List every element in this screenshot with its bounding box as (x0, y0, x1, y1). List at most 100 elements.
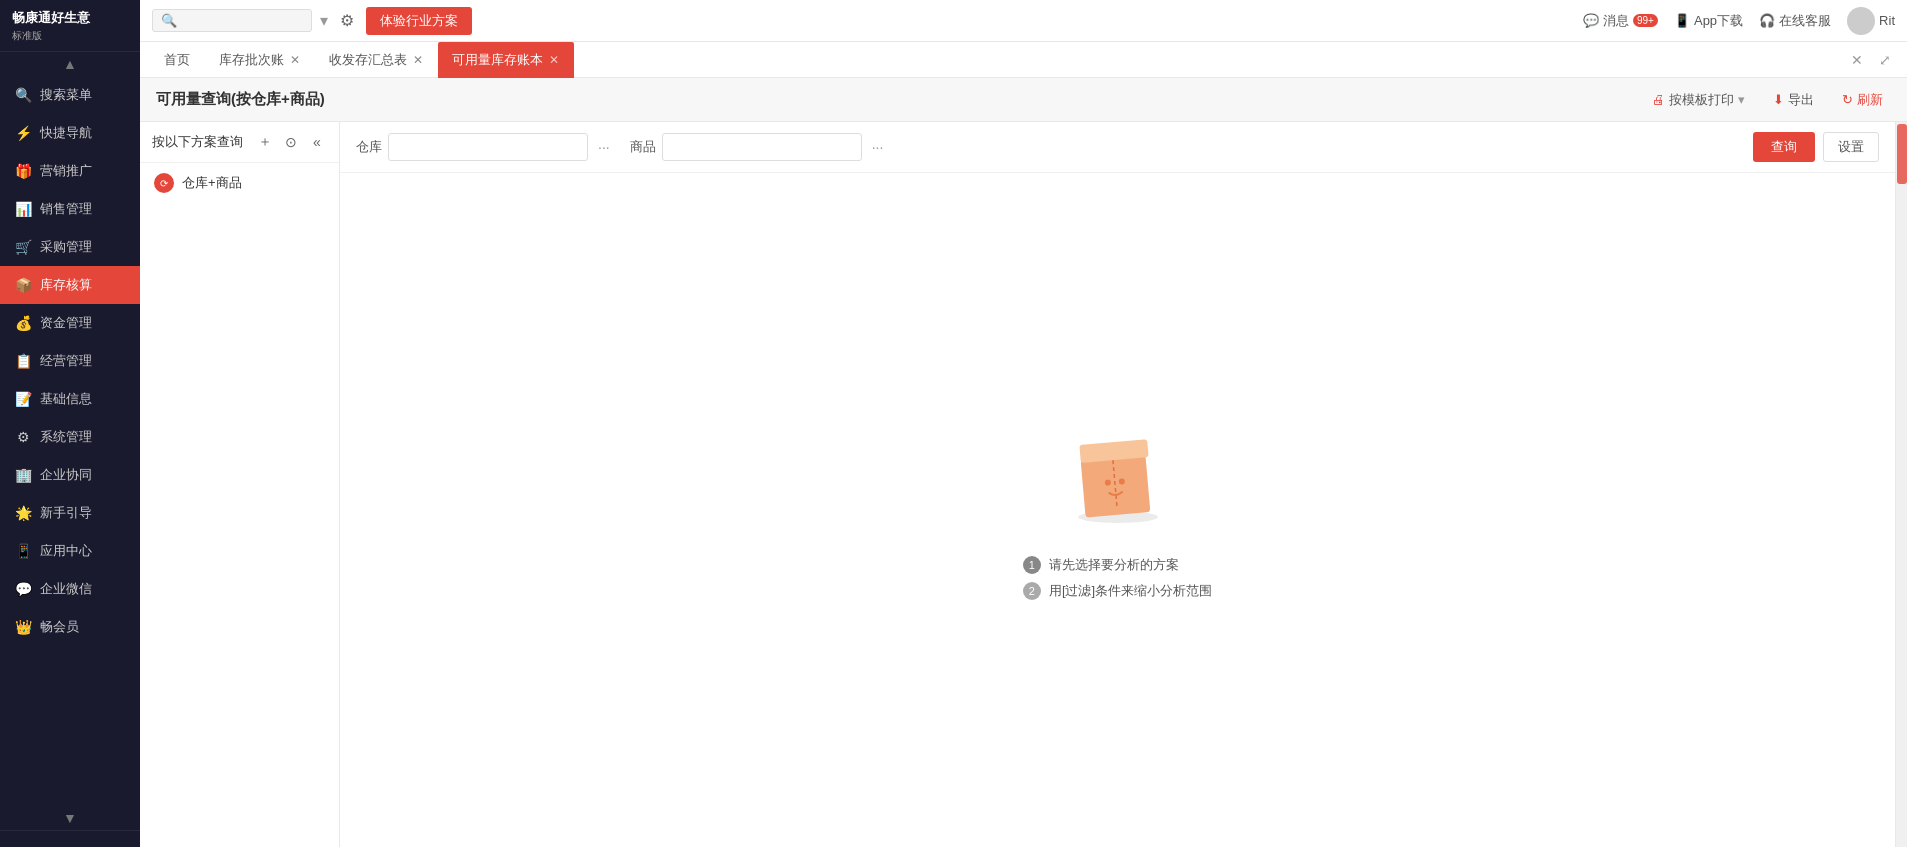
tabs-close-button[interactable]: ✕ (1845, 48, 1869, 72)
topbar-right: 💬 消息 99+ 📱 App下载 🎧 在线客服 Rit (1583, 7, 1895, 35)
warehouse-input[interactable] (388, 133, 588, 161)
sidebar-item-guide[interactable]: 🌟新手引导 (0, 494, 140, 532)
headset-icon: 🎧 (1759, 13, 1775, 28)
hint-text-2: 用[过滤]条件来缩小分析范围 (1049, 582, 1212, 600)
sidebar-icon-apps: 📱 (14, 543, 32, 559)
right-scrollbar[interactable] (1895, 122, 1907, 847)
sidebar-edition: 标准版 (12, 29, 128, 43)
page-title: 可用量查询(按仓库+商品) (156, 90, 1644, 109)
filter-header: 按以下方案查询 ＋ ⊙ « (140, 122, 339, 163)
warehouse-field: 仓库 ··· (356, 133, 614, 161)
hint-text-1: 请先选择要分析的方案 (1049, 556, 1179, 574)
tab-batch-close[interactable]: ✕ (290, 53, 300, 67)
sidebar-icon-operations: 📋 (14, 353, 32, 369)
sidebar-icon-basic: 📝 (14, 391, 32, 407)
tab-batch[interactable]: 库存批次账 ✕ (205, 42, 315, 78)
product-field: 商品 ··· (630, 133, 888, 161)
message-button[interactable]: 💬 消息 99+ (1583, 12, 1658, 30)
sidebar-scroll-down[interactable]: ▼ (0, 806, 140, 830)
hint-number-1: 1 (1023, 556, 1041, 574)
query-row: 仓库 ··· 商品 ··· 查询 设置 (340, 122, 1895, 173)
page-header: 可用量查询(按仓库+商品) 🖨 按模板打印 ▾ ⬇ 导出 ↻ 刷新 (140, 78, 1907, 122)
sidebar-item-sales[interactable]: 📊销售管理 (0, 190, 140, 228)
sidebar-label-quicknav: 快捷导航 (40, 124, 92, 142)
topbar: 🔍 ▾ ⚙ 体验行业方案 💬 消息 99+ 📱 App下载 🎧 在线客服 Rit (140, 0, 1907, 42)
product-input[interactable] (662, 133, 862, 161)
sidebar-icon-system: ⚙ (14, 429, 32, 445)
app-download-label: App下载 (1694, 12, 1743, 30)
tabs-bar-right: ✕ ⤢ (1845, 48, 1897, 72)
content-area: 按以下方案查询 ＋ ⊙ « ⟳ 仓库+商品 (140, 122, 1907, 847)
sidebar-icon-sales: 📊 (14, 201, 32, 217)
refresh-icon: ↻ (1842, 92, 1853, 107)
product-more-button[interactable]: ··· (868, 137, 888, 157)
filter-collapse-button[interactable]: « (307, 132, 327, 152)
trial-industry-button[interactable]: 体验行业方案 (366, 7, 472, 35)
app-download-icon: 📱 (1674, 13, 1690, 28)
sidebar-item-quicknav[interactable]: ⚡快捷导航 (0, 114, 140, 152)
tabs-bar: 首页 库存批次账 ✕ 收发存汇总表 ✕ 可用量库存账本 ✕ ✕ ⤢ (140, 42, 1907, 78)
settings-circle-icon: ⊙ (285, 134, 297, 150)
sidebar-header: 畅康通好生意 标准版 (0, 0, 140, 52)
settings-button[interactable]: 设置 (1823, 132, 1879, 162)
sidebar-item-finance[interactable]: 💰资金管理 (0, 304, 140, 342)
topbar-search-input[interactable] (181, 14, 281, 28)
online-service-label: 在线客服 (1779, 12, 1831, 30)
tabs-expand-button[interactable]: ⤢ (1873, 48, 1897, 72)
filter-header-label: 按以下方案查询 (152, 133, 243, 151)
sidebar-item-system[interactable]: ⚙系统管理 (0, 418, 140, 456)
topbar-settings-icon[interactable]: ⚙ (336, 7, 358, 34)
sidebar-item-search[interactable]: 🔍搜索菜单 (0, 76, 140, 114)
sidebar-item-operations[interactable]: 📋经营管理 (0, 342, 140, 380)
sidebar-icon-marketing: 🎁 (14, 163, 32, 179)
sidebar: 畅康通好生意 标准版 ▲ 🔍搜索菜单⚡快捷导航🎁营销推广📊销售管理 🛒 采购管理 📦库… (0, 0, 140, 847)
page-actions: 🖨 按模板打印 ▾ ⬇ 导出 ↻ 刷新 (1644, 87, 1891, 113)
sidebar-scroll-up[interactable]: ▲ (0, 52, 140, 76)
topbar-dropdown-icon[interactable]: ▾ (320, 11, 328, 30)
sidebar-item-wechat[interactable]: 💬企业微信 (0, 570, 140, 608)
print-dropdown-icon[interactable]: ▾ (1738, 92, 1745, 107)
sidebar-icon-guide: 🌟 (14, 505, 32, 521)
sidebar-item-member[interactable]: 👑畅会员 (0, 608, 140, 646)
tab-available[interactable]: 可用量库存账本 ✕ (438, 42, 574, 78)
sidebar-label-basic: 基础信息 (40, 390, 92, 408)
product-label: 商品 (630, 138, 656, 156)
warehouse-more-button[interactable]: ··· (594, 137, 614, 157)
sidebar-item-enterprise[interactable]: 🏢企业协同 (0, 456, 140, 494)
sidebar-item-marketing[interactable]: 🎁营销推广 (0, 152, 140, 190)
sidebar-label-purchase: 采购管理 (40, 238, 92, 256)
print-label: 按模板打印 (1669, 91, 1734, 109)
hint-number-2: 2 (1023, 582, 1041, 600)
filter-settings-button[interactable]: ⊙ (281, 132, 301, 152)
empty-illustration (1058, 412, 1178, 532)
online-service-button[interactable]: 🎧 在线客服 (1759, 12, 1831, 30)
collapse-icon: « (313, 134, 321, 150)
tab-summary-close[interactable]: ✕ (413, 53, 423, 67)
filter-add-button[interactable]: ＋ (255, 132, 275, 152)
sidebar-item-purchase[interactable]: 🛒 采购管理 (0, 228, 140, 266)
filter-item-warehouse-product[interactable]: ⟳ 仓库+商品 (140, 163, 339, 203)
print-button[interactable]: 🖨 按模板打印 ▾ (1644, 87, 1753, 113)
sidebar-icon-wechat: 💬 (14, 581, 32, 597)
empty-hint-2: 2 用[过滤]条件来缩小分析范围 (1023, 582, 1212, 600)
app-download-button[interactable]: 📱 App下载 (1674, 12, 1743, 30)
sidebar-bottom (0, 830, 140, 847)
tab-available-close[interactable]: ✕ (549, 53, 559, 67)
svg-rect-1 (1080, 454, 1150, 517)
sidebar-label-inventory: 库存核算 (40, 276, 92, 294)
query-button[interactable]: 查询 (1753, 132, 1815, 162)
sidebar-icon-purchase: 🛒 (14, 239, 32, 255)
sidebar-item-inventory[interactable]: 📦库存核算 (0, 266, 140, 304)
user-menu[interactable]: Rit (1847, 7, 1895, 35)
export-button[interactable]: ⬇ 导出 (1765, 87, 1822, 113)
message-label: 消息 (1603, 12, 1629, 30)
tab-summary-label: 收发存汇总表 (329, 51, 407, 69)
refresh-button[interactable]: ↻ 刷新 (1834, 87, 1891, 113)
tab-home[interactable]: 首页 (150, 42, 205, 78)
avatar (1847, 7, 1875, 35)
tab-summary[interactable]: 收发存汇总表 ✕ (315, 42, 438, 78)
sidebar-item-basic[interactable]: 📝 基础信息 (0, 380, 140, 418)
export-label: 导出 (1788, 91, 1814, 109)
warehouse-label: 仓库 (356, 138, 382, 156)
sidebar-item-apps[interactable]: 📱应用中心 (0, 532, 140, 570)
